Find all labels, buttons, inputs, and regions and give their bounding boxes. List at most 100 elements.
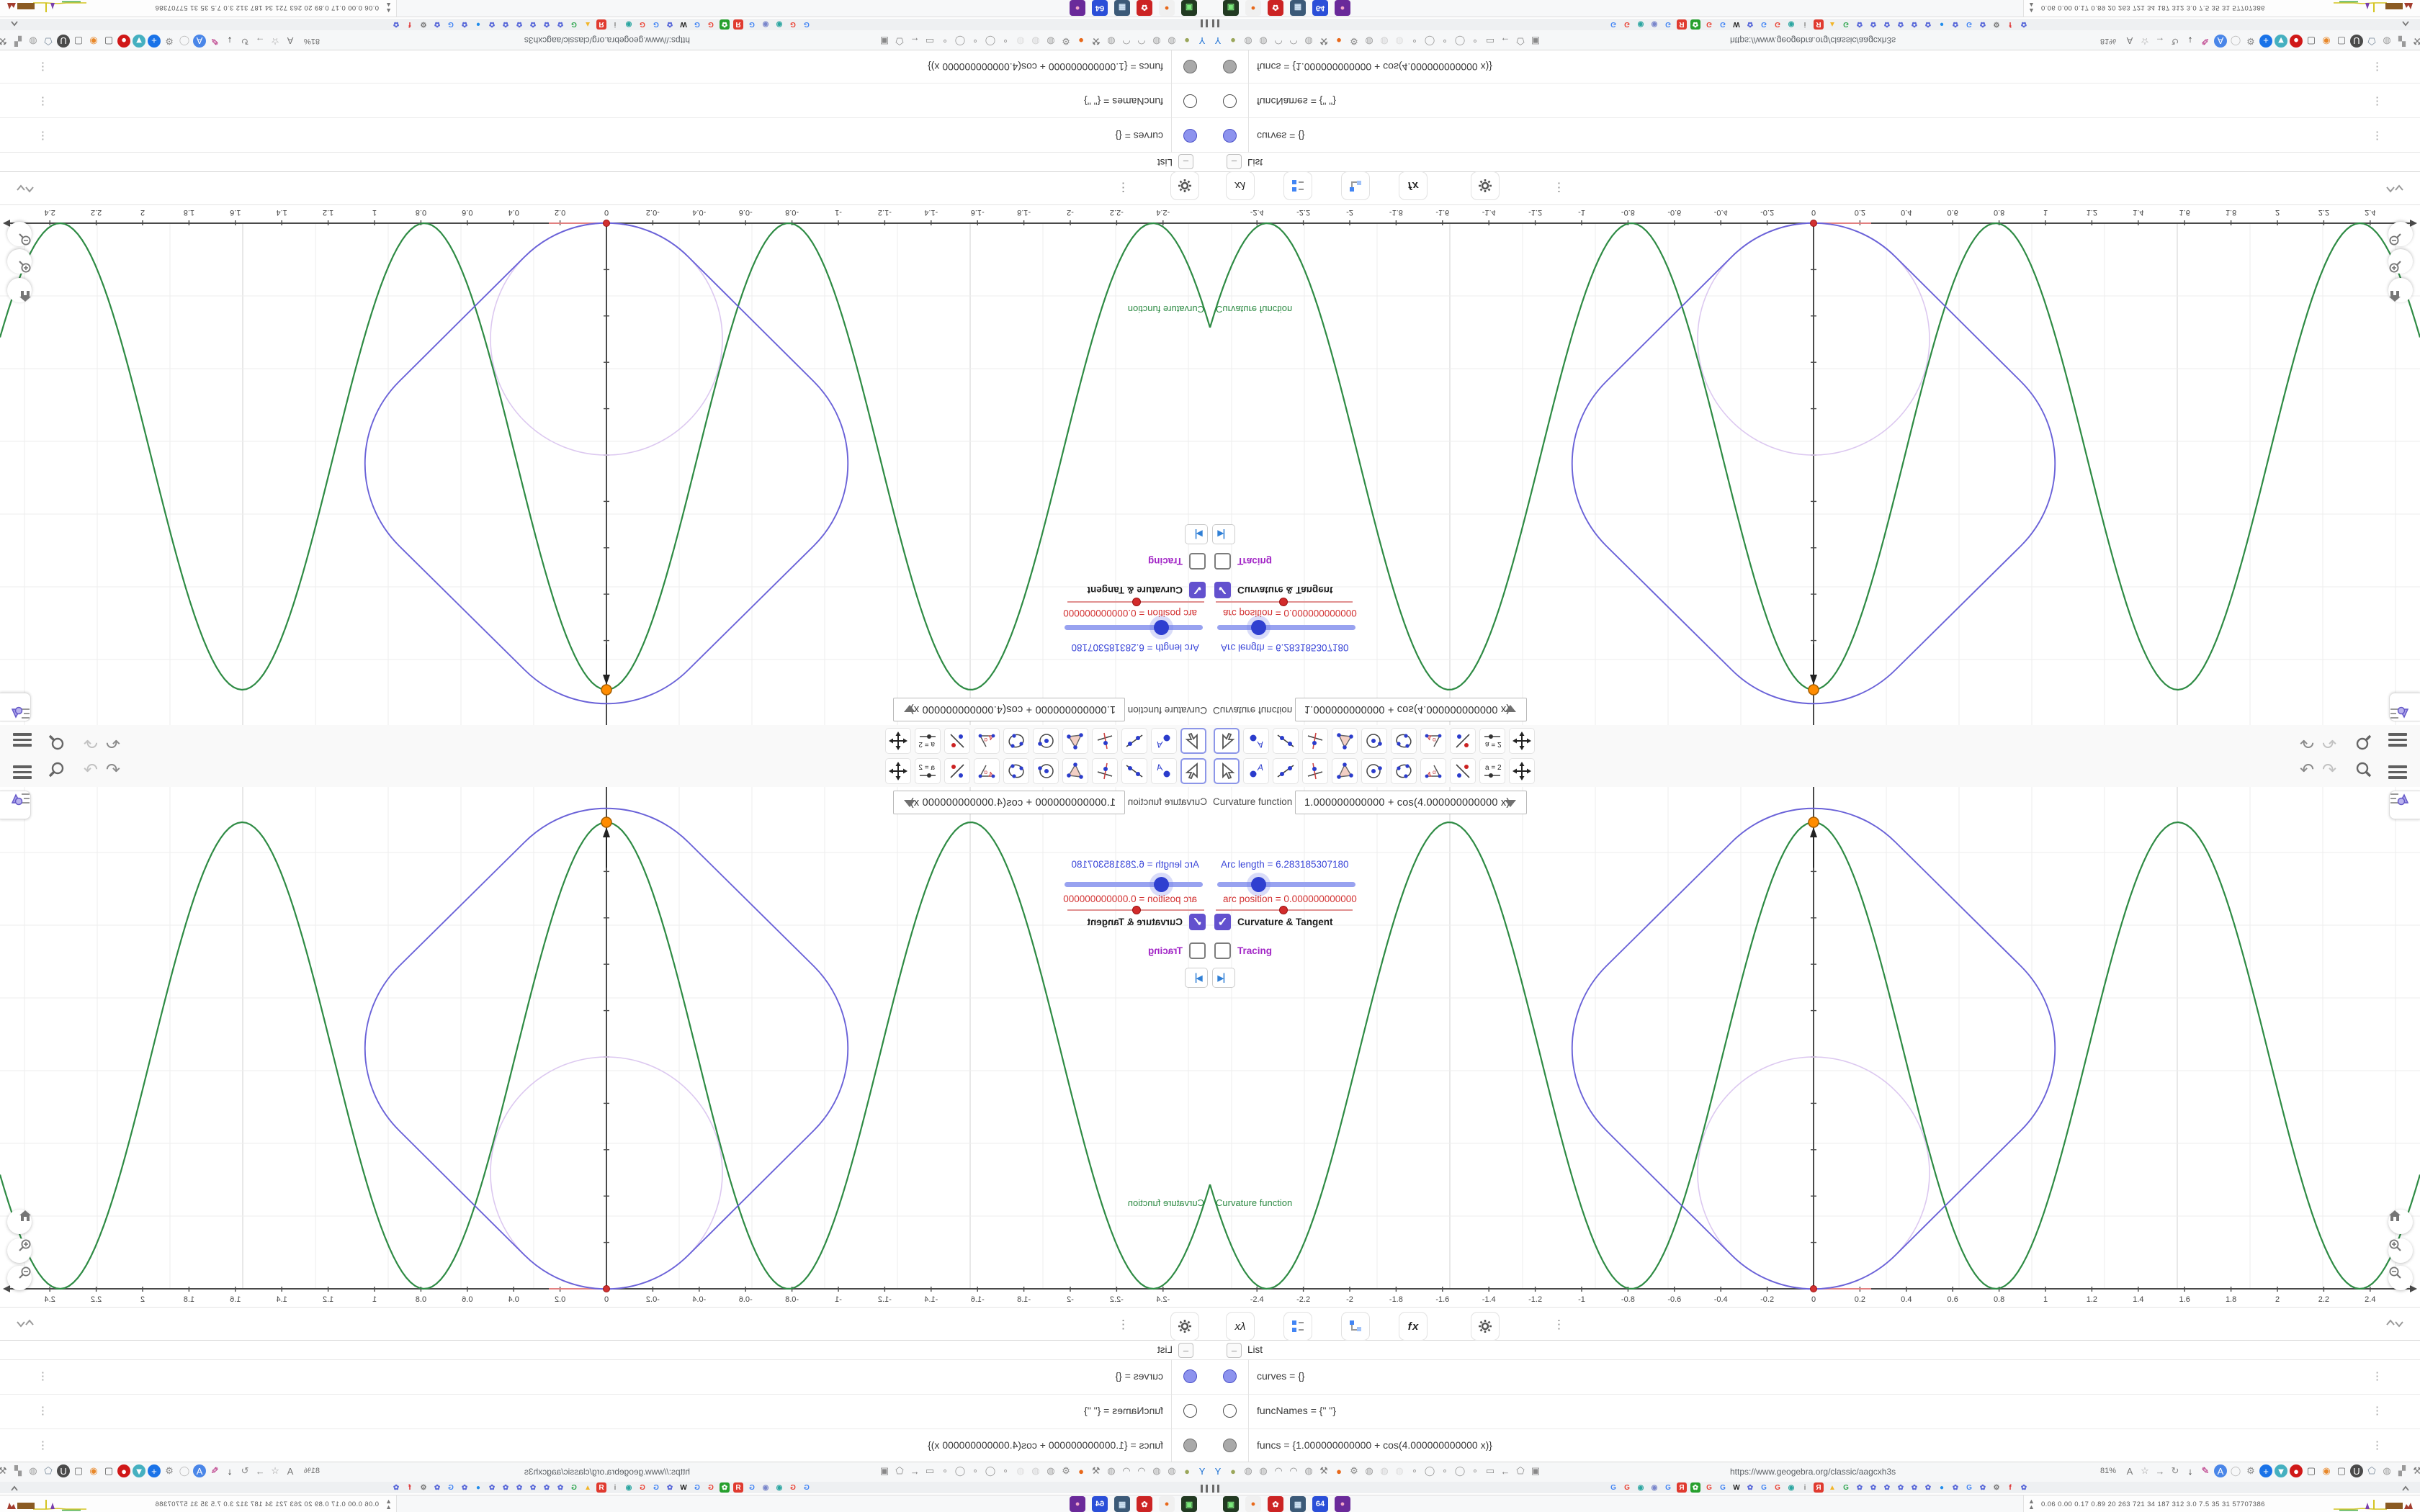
browser-action-icon[interactable]: + <box>148 1464 161 1477</box>
visibility-toggle[interactable] <box>1183 94 1197 108</box>
bookmark-favicon[interactable]: W <box>678 1482 689 1493</box>
home-icon[interactable] <box>2388 278 2413 302</box>
redo-icon[interactable]: ↷ <box>84 732 98 752</box>
extension-icon[interactable]: ← <box>908 1464 921 1477</box>
curvature-max-point[interactable] <box>601 816 612 828</box>
browser-action-icon[interactable]: ☆ <box>2138 35 2151 48</box>
extension-icon[interactable]: ◠ <box>1120 1464 1133 1477</box>
algebra-row-funcnames[interactable]: funcNames = {" "} ⋮ <box>0 1394 1210 1429</box>
home-icon[interactable] <box>7 278 32 302</box>
bookmark-favicon[interactable]: ✿ <box>1950 1482 1960 1493</box>
bookmark-favicon[interactable]: ✿ <box>514 1482 524 1493</box>
extension-icon[interactable]: ● <box>1332 35 1345 48</box>
extension-icon[interactable]: ◍ <box>1165 35 1178 48</box>
curvature-function-dropdown[interactable]: 1.000000000000 + cos(4.000000000000 x) <box>893 698 1125 721</box>
tool-select-cursor[interactable] <box>1180 758 1206 784</box>
visibility-toggle[interactable] <box>1183 1404 1197 1418</box>
browser-action-icon[interactable]: ▢ <box>102 1464 115 1477</box>
extension-icon[interactable]: ∘ <box>1408 35 1421 48</box>
extension-icon[interactable]: ◠ <box>1135 1464 1148 1477</box>
bookmark-favicon[interactable]: ✿ <box>1909 1482 1919 1493</box>
bookmark-favicon[interactable]: ✿ <box>1868 1482 1878 1493</box>
zoom-in-icon[interactable] <box>7 1238 32 1263</box>
tool-polygon[interactable] <box>1332 758 1358 784</box>
browser-action-icon[interactable]: ▼ <box>133 35 145 48</box>
bookmark-favicon[interactable]: W <box>1731 1482 1742 1493</box>
curvature-max-point[interactable] <box>601 684 612 696</box>
chevron-up-icon[interactable] <box>10 16 19 29</box>
address-url[interactable]: https://www.geogebra.org/classic/aagcxh3… <box>1730 35 1896 45</box>
bookmark-favicon[interactable]: ◉ <box>774 1482 784 1493</box>
extension-icon[interactable]: ← <box>908 35 921 48</box>
arc-length-slider[interactable] <box>1065 882 1203 887</box>
extension-icon[interactable]: ● <box>1075 35 1088 48</box>
curvature-function-dropdown[interactable]: 1.000000000000 + cos(4.000000000000 x) <box>1295 791 1527 814</box>
taskbar-app-icon[interactable]: ✿ <box>1137 0 1152 16</box>
bookmark-favicon[interactable]: ✿ <box>1923 19 1933 30</box>
bookmark-favicon[interactable]: ✿ <box>555 19 565 30</box>
arc-length-slider-knob[interactable] <box>1251 877 1266 892</box>
extension-icon[interactable]: ∘ <box>999 35 1012 48</box>
browser-action-icon[interactable]: A <box>193 35 206 48</box>
bookmark-favicon[interactable]: Я <box>1677 19 1687 30</box>
bookmark-favicon[interactable]: G <box>569 1482 579 1493</box>
extension-icon[interactable]: ◠ <box>1272 35 1285 48</box>
arc-position-point[interactable] <box>1810 1285 1817 1292</box>
graphics-view[interactable]: -2.4 -2.2 -2 -1.8 -1.6 -1.4 -1.2 -1 -0.8 -0.6 -0.4… <box>1210 205 2420 725</box>
bookmark-favicon[interactable]: Я <box>1814 19 1824 30</box>
bookmark-favicon[interactable]: ✿ <box>1923 1482 1933 1493</box>
extension-icon[interactable]: ⚒ <box>1317 1464 1330 1477</box>
browser-action-icon[interactable]: A <box>2214 1464 2227 1477</box>
algebra-row-funcnames[interactable]: funcNames = {" "} ⋮ <box>1210 83 2420 118</box>
visibility-toggle[interactable] <box>1223 1369 1237 1383</box>
browser-action-icon[interactable]: ◯ <box>2229 1464 2242 1477</box>
browser-action-icon[interactable]: ◯ <box>2229 35 2242 48</box>
extension-icon[interactable]: ⬠ <box>893 35 906 48</box>
browser-action-icon[interactable]: → <box>254 1464 266 1477</box>
taskbar-app-icon[interactable]: 64 <box>1092 1496 1108 1512</box>
dropdown-arrow-icon[interactable] <box>1505 800 1516 807</box>
extension-icon[interactable]: ◍ <box>1044 1464 1057 1477</box>
algebra-row-curves[interactable]: curves = {} ⋮ <box>0 117 1210 153</box>
arc-length-slider-knob[interactable] <box>1251 620 1266 635</box>
browser-action-icon[interactable]: ⬠ <box>42 35 55 48</box>
extension-icon[interactable]: ▭ <box>923 1464 936 1477</box>
browser-action-icon[interactable]: ▼ <box>133 1464 145 1477</box>
tool-point-with-label[interactable]: A <box>1151 758 1177 784</box>
bookmark-favicon[interactable]: i <box>1800 19 1810 30</box>
kebab-menu-icon[interactable]: ⋮ <box>1553 1318 1565 1332</box>
tool-line-two-points[interactable] <box>1273 758 1299 784</box>
taskbar-app-icon[interactable]: ● <box>1070 0 1085 16</box>
extension-icon[interactable]: ▣ <box>1529 1464 1542 1477</box>
bookmark-favicon[interactable]: ✿ <box>1896 19 1906 30</box>
row-menu-icon[interactable]: ⋮ <box>2372 130 2383 143</box>
bookmark-favicon[interactable]: ✿ <box>432 1482 442 1493</box>
extension-icon[interactable]: ◍ <box>1029 35 1042 48</box>
bookmark-favicon[interactable]: ◉ <box>624 1482 634 1493</box>
bookmark-favicon[interactable]: ✿ <box>1855 1482 1865 1493</box>
bookmark-favicon[interactable]: G <box>1718 19 1728 30</box>
bookmark-favicon[interactable]: ◉ <box>1786 1482 1796 1493</box>
bookmark-favicon[interactable]: ✿ <box>1690 1482 1700 1493</box>
extension-icon[interactable]: ◠ <box>1272 1464 1285 1477</box>
bookmark-favicon[interactable]: ✿ <box>1690 19 1700 30</box>
extension-icon[interactable]: ⚙ <box>1059 1464 1072 1477</box>
extension-icon[interactable]: ∘ <box>999 1464 1012 1477</box>
bookmark-favicon[interactable]: Я <box>1677 1482 1687 1493</box>
undo-icon[interactable]: ↶ <box>106 732 120 752</box>
home-icon[interactable] <box>7 1210 32 1234</box>
bookmark-favicon[interactable]: ✿ <box>542 1482 552 1493</box>
bookmark-favicon[interactable]: ✿ <box>555 1482 565 1493</box>
taskbar-app-icon[interactable]: ▣ <box>1181 1496 1197 1512</box>
extension-icon[interactable]: ⚒ <box>1317 35 1330 48</box>
browser-action-icon[interactable]: ◉ <box>87 35 100 48</box>
bookmark-favicon[interactable]: G <box>788 1482 798 1493</box>
extension-icon[interactable]: ● <box>1180 35 1193 48</box>
taskbar-app-icon[interactable]: ● <box>1159 1496 1175 1512</box>
extension-icon[interactable]: ◍ <box>1302 35 1315 48</box>
browser-action-icon[interactable]: ⚒ <box>2411 1464 2420 1477</box>
settings-gear-icon[interactable] <box>1471 1312 1500 1341</box>
tool-perpendicular-line[interactable] <box>1092 758 1118 784</box>
tool-conic-five-points[interactable] <box>1003 758 1029 784</box>
extension-icon[interactable]: ◯ <box>1453 35 1466 48</box>
